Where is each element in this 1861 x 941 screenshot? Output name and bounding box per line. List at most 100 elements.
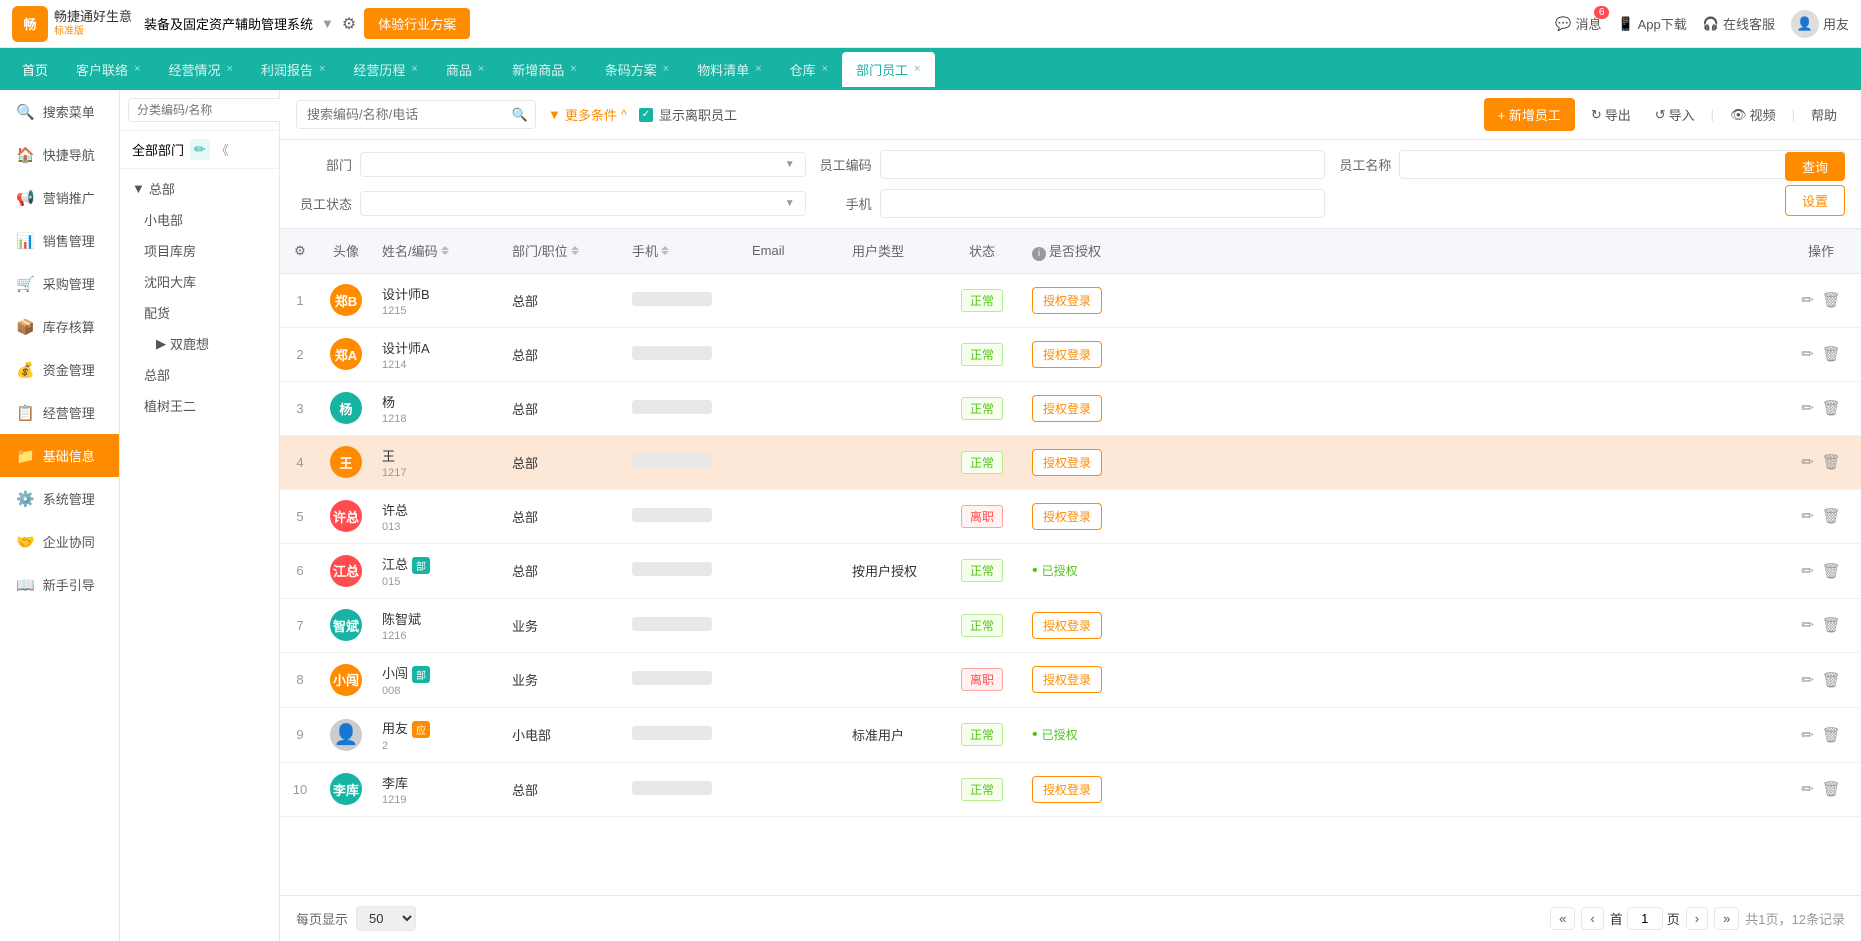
- tab-customer[interactable]: 客户联络 ×: [62, 52, 154, 87]
- sidebar-item-management[interactable]: 📋 经营管理: [0, 391, 119, 434]
- dept-node-shuanglu[interactable]: ▶ 双鹿想: [120, 328, 279, 359]
- emp-code-input[interactable]: [880, 150, 1326, 179]
- auth-login-btn[interactable]: 授权登录: [1032, 503, 1102, 530]
- prev-page-btn[interactable]: ‹: [1581, 907, 1603, 930]
- online-service-btn[interactable]: 🎧 在线客服: [1703, 14, 1775, 33]
- delete-icon[interactable]: 🗑: [1822, 507, 1841, 525]
- tab-operations[interactable]: 经营情况 ×: [154, 52, 246, 87]
- th-settings[interactable]: ⚙: [280, 229, 320, 273]
- delete-icon[interactable]: 🗑: [1822, 780, 1841, 798]
- export-btn[interactable]: ↻ 导出: [1583, 99, 1639, 130]
- sidebar-item-system[interactable]: ⚙️ 系统管理: [0, 477, 119, 520]
- auth-login-btn[interactable]: 授权登录: [1032, 776, 1102, 803]
- edit-icon[interactable]: ✏: [1801, 726, 1814, 744]
- reset-btn[interactable]: 设置: [1785, 185, 1845, 216]
- dept-node-hq[interactable]: 总部: [120, 359, 279, 390]
- th-dept[interactable]: 部门/职位: [502, 229, 622, 273]
- close-icon[interactable]: ×: [755, 63, 761, 75]
- auth-login-btn[interactable]: 授权登录: [1032, 341, 1102, 368]
- delete-icon[interactable]: 🗑: [1822, 671, 1841, 689]
- view-btn[interactable]: 👁 视频: [1722, 99, 1784, 130]
- close-icon[interactable]: ×: [134, 63, 140, 75]
- delete-icon[interactable]: 🗑: [1822, 453, 1841, 471]
- sidebar-item-guide[interactable]: 📖 新手引导: [0, 563, 119, 606]
- edit-icon[interactable]: ✏: [1801, 671, 1814, 689]
- import-btn[interactable]: ↺ 导入: [1647, 99, 1703, 130]
- edit-icon[interactable]: ✏: [1801, 780, 1814, 798]
- delete-icon[interactable]: 🗑: [1822, 345, 1841, 363]
- delete-icon[interactable]: 🗑: [1822, 562, 1841, 580]
- dept-node-small-elec[interactable]: 小电部: [120, 204, 279, 235]
- auth-login-btn[interactable]: 授权登录: [1032, 395, 1102, 422]
- tab-history[interactable]: 经营历程 ×: [339, 52, 431, 87]
- dept-search-input[interactable]: [128, 98, 301, 122]
- dept-node-distribution[interactable]: 配货: [120, 297, 279, 328]
- dept-node-planting[interactable]: 植树王二: [120, 390, 279, 421]
- sidebar-item-basic[interactable]: 📁 基础信息: [0, 434, 119, 477]
- close-icon[interactable]: ×: [570, 63, 576, 75]
- edit-icon[interactable]: ✏: [1801, 453, 1814, 471]
- help-btn[interactable]: 帮助: [1803, 99, 1845, 130]
- phone-input[interactable]: [880, 189, 1326, 218]
- app-download-btn[interactable]: 📱 App下载: [1617, 14, 1686, 33]
- edit-icon[interactable]: ✏: [1801, 562, 1814, 580]
- next-page-btn[interactable]: ›: [1686, 907, 1708, 930]
- sidebar-item-nav[interactable]: 🏠 快捷导航: [0, 133, 119, 176]
- query-btn[interactable]: 查询: [1785, 152, 1845, 181]
- edit-icon[interactable]: ✏: [1801, 399, 1814, 417]
- sidebar-item-purchase[interactable]: 🛒 采购管理: [0, 262, 119, 305]
- last-page-btn[interactable]: »: [1714, 907, 1739, 930]
- sidebar-item-inventory[interactable]: 📦 库存核算: [0, 305, 119, 348]
- edit-icon[interactable]: ✏: [1801, 616, 1814, 634]
- sidebar-item-marketing[interactable]: 📢 营销推广: [0, 176, 119, 219]
- dept-collapse-icon[interactable]: 《: [216, 140, 229, 159]
- auth-login-btn[interactable]: 授权登录: [1032, 666, 1102, 693]
- dept-filter-select[interactable]: ▼: [360, 152, 806, 177]
- page-input[interactable]: [1627, 907, 1663, 930]
- close-icon[interactable]: ×: [822, 63, 828, 75]
- sidebar-item-search[interactable]: 🔍 搜索菜单: [0, 90, 119, 133]
- delete-icon[interactable]: 🗑: [1822, 399, 1841, 417]
- delete-icon[interactable]: 🗑: [1822, 726, 1841, 744]
- tab-barcode[interactable]: 条码方案 ×: [591, 52, 683, 87]
- sidebar-item-sales[interactable]: 📊 销售管理: [0, 219, 119, 262]
- auth-login-btn[interactable]: 授权登录: [1032, 287, 1102, 314]
- close-icon[interactable]: ×: [663, 63, 669, 75]
- edit-icon[interactable]: ✏: [1801, 291, 1814, 309]
- emp-name-input[interactable]: [1399, 150, 1845, 179]
- tab-bom[interactable]: 物料清单 ×: [683, 52, 775, 87]
- message-btn[interactable]: 💬 消息 6: [1555, 14, 1601, 33]
- tab-warehouse[interactable]: 仓库 ×: [776, 52, 842, 87]
- add-employee-btn[interactable]: + 新增员工: [1484, 98, 1575, 131]
- settings-icon[interactable]: ⚙: [342, 14, 356, 34]
- delete-icon[interactable]: 🗑: [1822, 291, 1841, 309]
- dept-node-headquarters[interactable]: ▼ 总部: [120, 173, 279, 204]
- page-size-select[interactable]: 50 100 200: [356, 906, 416, 931]
- th-name[interactable]: 姓名/编码: [372, 229, 502, 273]
- delete-icon[interactable]: 🗑: [1822, 616, 1841, 634]
- sidebar-item-finance[interactable]: 💰 资金管理: [0, 348, 119, 391]
- more-filter-btn[interactable]: ▼ 更多条件 ^: [548, 105, 627, 124]
- search-input[interactable]: [296, 100, 536, 129]
- edit-icon[interactable]: ✏: [1801, 345, 1814, 363]
- show-resigned-toggle[interactable]: ✓ 显示离职员工: [639, 105, 737, 124]
- tab-home[interactable]: 首页: [8, 52, 62, 87]
- tab-employees[interactable]: 部门员工 ×: [842, 52, 934, 87]
- close-icon[interactable]: ×: [226, 63, 232, 75]
- auth-login-btn[interactable]: 授权登录: [1032, 612, 1102, 639]
- trial-btn[interactable]: 体验行业方案: [364, 8, 470, 39]
- emp-status-select[interactable]: ▼: [360, 191, 806, 216]
- close-icon[interactable]: ×: [411, 63, 417, 75]
- user-menu[interactable]: 👤 用友: [1791, 10, 1849, 38]
- close-icon[interactable]: ×: [478, 63, 484, 75]
- tab-products[interactable]: 商品 ×: [432, 52, 498, 87]
- dept-edit-icon[interactable]: ✏: [190, 139, 210, 160]
- close-icon[interactable]: ×: [319, 63, 325, 75]
- auth-login-btn[interactable]: 授权登录: [1032, 449, 1102, 476]
- close-icon[interactable]: ×: [914, 63, 920, 75]
- dropdown-arrow-icon[interactable]: ▼: [321, 16, 334, 31]
- th-phone[interactable]: 手机: [622, 229, 742, 273]
- tab-new-product[interactable]: 新增商品 ×: [498, 52, 590, 87]
- dept-node-project[interactable]: 项目库房: [120, 235, 279, 266]
- dept-node-shenyang[interactable]: 沈阳大库: [120, 266, 279, 297]
